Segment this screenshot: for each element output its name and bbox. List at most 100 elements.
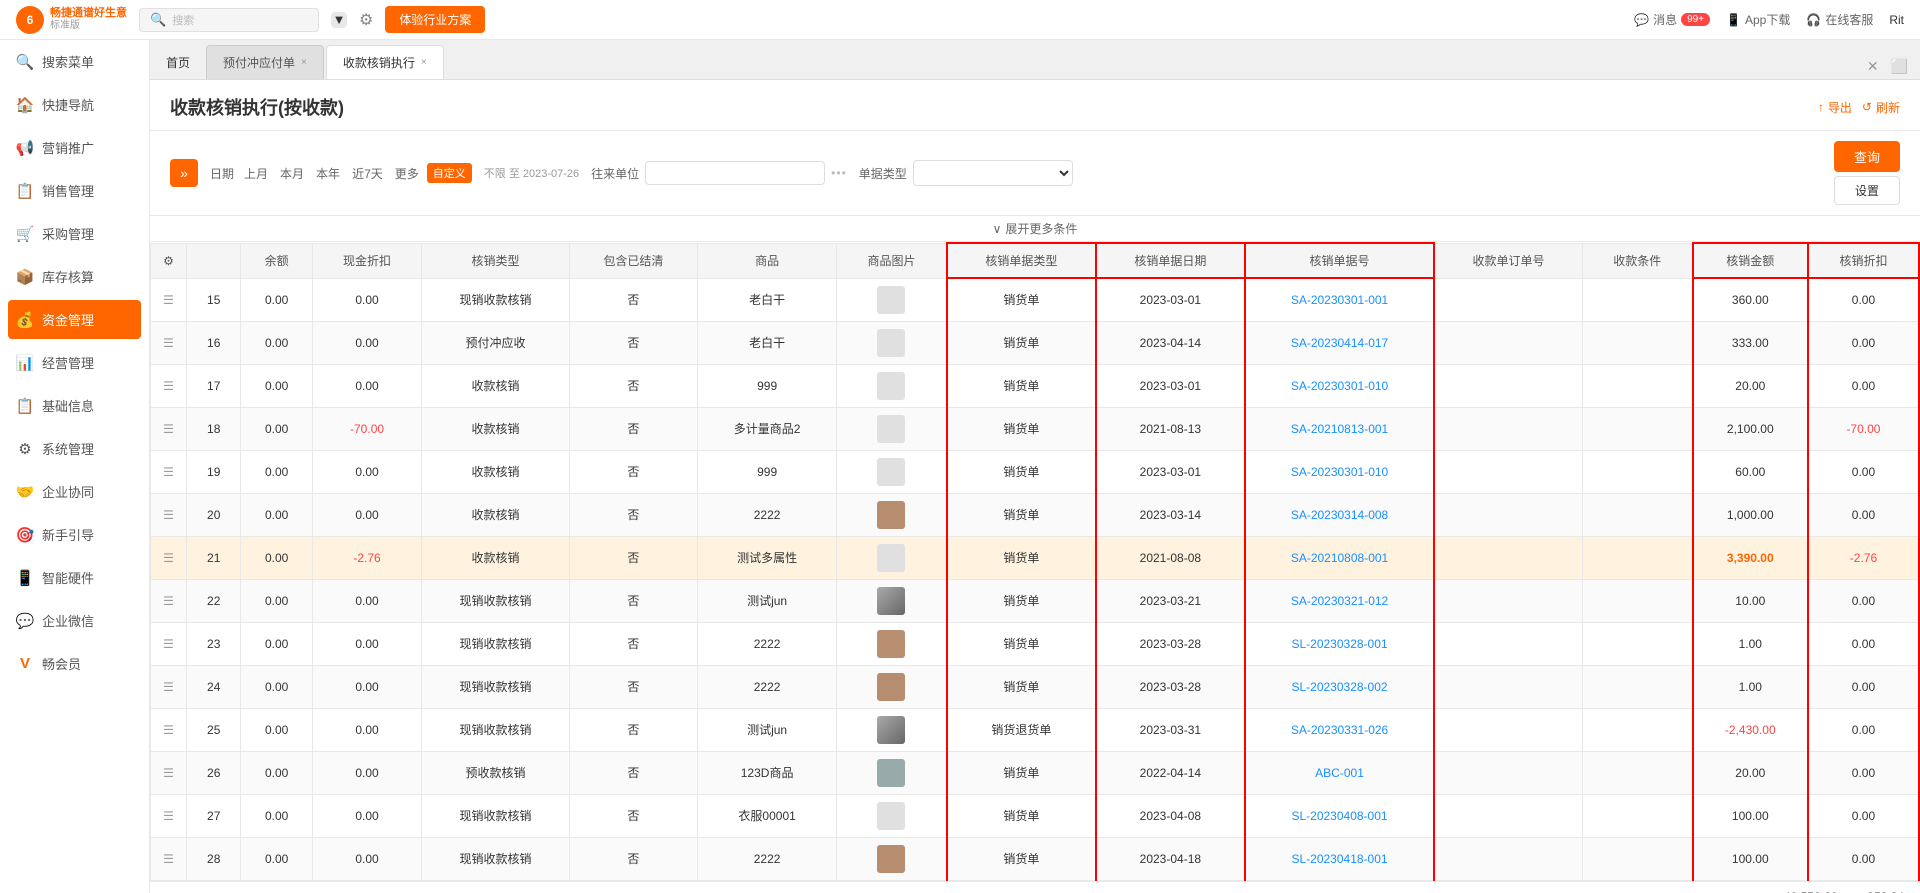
export-btn[interactable]: ↑ 导出 (1818, 99, 1852, 116)
sidebar-item-purchase[interactable]: 🛒 采购管理 (0, 212, 149, 255)
row-verify-bill-type: 销货单 (947, 837, 1096, 880)
col-gear[interactable]: ⚙ (151, 243, 187, 278)
row-verify-no[interactable]: SA-20210813-001 (1245, 407, 1434, 450)
row-gear[interactable]: ☰ (151, 407, 187, 450)
online-service-btn[interactable]: 🎧 在线客服 (1806, 11, 1873, 28)
voucher-type-select[interactable] (913, 160, 1073, 186)
filter-this-year[interactable]: 本年 (312, 163, 344, 184)
row-gear[interactable]: ☰ (151, 751, 187, 794)
settings-icon[interactable]: ⚙ (359, 10, 373, 30)
refresh-btn[interactable]: ↺ 刷新 (1862, 99, 1900, 116)
filter-last-month[interactable]: 上月 (240, 163, 272, 184)
row-gear[interactable]: ☰ (151, 622, 187, 665)
sidebar-item-cooperation[interactable]: 🤝 企业协同 (0, 470, 149, 513)
filter-expand-btn[interactable]: » (170, 159, 198, 187)
verify-no-link[interactable]: SL-20230408-001 (1291, 809, 1387, 823)
sidebar-item-marketing[interactable]: 📢 营销推广 (0, 126, 149, 169)
notifications-btn[interactable]: 💬 消息 99+ (1634, 11, 1710, 28)
tab-close-2[interactable]: × (421, 57, 427, 68)
row-gear[interactable]: ☰ (151, 536, 187, 579)
logo-text: 畅捷通谱好生意 (50, 7, 127, 20)
row-verify-no[interactable]: SA-20230331-026 (1245, 708, 1434, 751)
sidebar-item-sales[interactable]: 📋 销售管理 (0, 169, 149, 212)
row-gear[interactable]: ☰ (151, 837, 187, 880)
row-verify-discount: -2.76 (1808, 536, 1919, 579)
row-gear[interactable]: ☰ (151, 794, 187, 837)
sidebar-item-hardware[interactable]: 📱 智能硬件 (0, 556, 149, 599)
row-verify-bill-type: 销货单 (947, 536, 1096, 579)
client-dots[interactable]: ••• (831, 166, 847, 180)
sidebar-item-newbie[interactable]: 🎯 新手引导 (0, 513, 149, 556)
sidebar-item-basics[interactable]: 📋 基础信息 (0, 384, 149, 427)
expand-more-btn[interactable]: ∨ 展开更多条件 (150, 216, 1920, 241)
row-verify-date: 2023-03-28 (1096, 622, 1245, 665)
row-gear[interactable]: ☰ (151, 665, 187, 708)
filter-this-month[interactable]: 本月 (276, 163, 308, 184)
row-gear[interactable]: ☰ (151, 364, 187, 407)
row-gear[interactable]: ☰ (151, 708, 187, 751)
verify-no-link[interactable]: SA-20230331-026 (1291, 723, 1388, 737)
verify-no-link[interactable]: SA-20230301-010 (1291, 379, 1388, 393)
user-name[interactable]: Rit (1889, 13, 1904, 27)
sidebar-item-vip[interactable]: V 畅会员 (0, 642, 149, 685)
row-verify-no[interactable]: SL-20230408-001 (1245, 794, 1434, 837)
sidebar-item-finance[interactable]: 💰 资金管理 (8, 300, 141, 339)
row-cash-discount: 0.00 (312, 751, 421, 794)
row-receipt-order-no (1434, 837, 1582, 880)
verify-no-link[interactable]: SA-20230301-001 (1291, 293, 1388, 307)
maximize-btn[interactable]: ⬜ (1887, 54, 1912, 79)
filter-7days[interactable]: 近7天 (348, 163, 387, 184)
verify-no-link[interactable]: SA-20210808-001 (1291, 551, 1388, 565)
sidebar-item-wechat[interactable]: 💬 企业微信 (0, 599, 149, 642)
row-gear[interactable]: ☰ (151, 579, 187, 622)
filter-more[interactable]: 更多 (391, 163, 423, 184)
verify-no-link[interactable]: SL-20230418-001 (1291, 852, 1387, 866)
tab-home[interactable]: 首页 (150, 46, 206, 79)
verify-no-link[interactable]: SL-20230328-001 (1291, 637, 1387, 651)
sidebar-item-nav[interactable]: 🏠 快捷导航 (0, 83, 149, 126)
row-verify-no[interactable]: SA-20230301-010 (1245, 450, 1434, 493)
client-input[interactable] (645, 161, 825, 185)
setting-btn[interactable]: 设置 (1834, 176, 1900, 205)
verify-no-link[interactable]: SA-20230321-012 (1291, 594, 1388, 608)
row-verify-no[interactable]: SA-20230314-008 (1245, 493, 1434, 536)
row-verify-no[interactable]: SL-20230328-002 (1245, 665, 1434, 708)
tab-verify[interactable]: 收款核销执行 × (326, 45, 444, 79)
row-verify-no[interactable]: SA-20230301-001 (1245, 278, 1434, 321)
sidebar-item-search[interactable]: 🔍 搜索菜单 (0, 40, 149, 83)
close-window-btn[interactable]: ✕ (1863, 54, 1883, 79)
row-product-img (837, 837, 947, 880)
app-download-btn[interactable]: 📱 App下载 (1726, 11, 1790, 28)
sidebar-item-system[interactable]: ⚙ 系统管理 (0, 427, 149, 470)
row-receipt-order-no (1434, 794, 1582, 837)
row-gear[interactable]: ☰ (151, 493, 187, 536)
row-verify-no[interactable]: SA-20230301-010 (1245, 364, 1434, 407)
verify-no-link[interactable]: SA-20230414-017 (1291, 336, 1388, 350)
verify-no-link[interactable]: SA-20230301-010 (1291, 465, 1388, 479)
row-gear[interactable]: ☰ (151, 278, 187, 321)
query-btn[interactable]: 查询 (1834, 141, 1900, 172)
date-range: 不限 至 2023-07-26 (484, 165, 579, 181)
row-verify-no[interactable]: SL-20230328-001 (1245, 622, 1434, 665)
row-gear[interactable]: ☰ (151, 321, 187, 364)
row-verify-no[interactable]: ABC-001 (1245, 751, 1434, 794)
row-include-settled: 否 (569, 321, 697, 364)
row-verify-no[interactable]: SA-20210808-001 (1245, 536, 1434, 579)
industry-btn[interactable]: 体验行业方案 (385, 6, 485, 33)
verify-no-link[interactable]: SA-20230314-008 (1291, 508, 1388, 522)
verify-no-link[interactable]: ABC-001 (1315, 766, 1364, 780)
verify-no-link[interactable]: SA-20210813-001 (1291, 422, 1388, 436)
row-verify-no[interactable]: SA-20230414-017 (1245, 321, 1434, 364)
row-verify-discount: 0.00 (1808, 450, 1919, 493)
dropdown-icon[interactable]: ▼ (331, 12, 347, 28)
sidebar-item-inventory[interactable]: 📦 库存核算 (0, 255, 149, 298)
verify-no-link[interactable]: SL-20230328-002 (1291, 680, 1387, 694)
filter-custom[interactable]: 自定义 (427, 163, 472, 183)
tab-prepay[interactable]: 预付冲应付单 × (206, 45, 324, 79)
search-bar[interactable]: 🔍 搜索 (139, 8, 319, 32)
sidebar-item-operation[interactable]: 📊 经营管理 (0, 341, 149, 384)
row-verify-no[interactable]: SA-20230321-012 (1245, 579, 1434, 622)
tab-close-1[interactable]: × (301, 57, 307, 68)
row-gear[interactable]: ☰ (151, 450, 187, 493)
row-verify-no[interactable]: SL-20230418-001 (1245, 837, 1434, 880)
